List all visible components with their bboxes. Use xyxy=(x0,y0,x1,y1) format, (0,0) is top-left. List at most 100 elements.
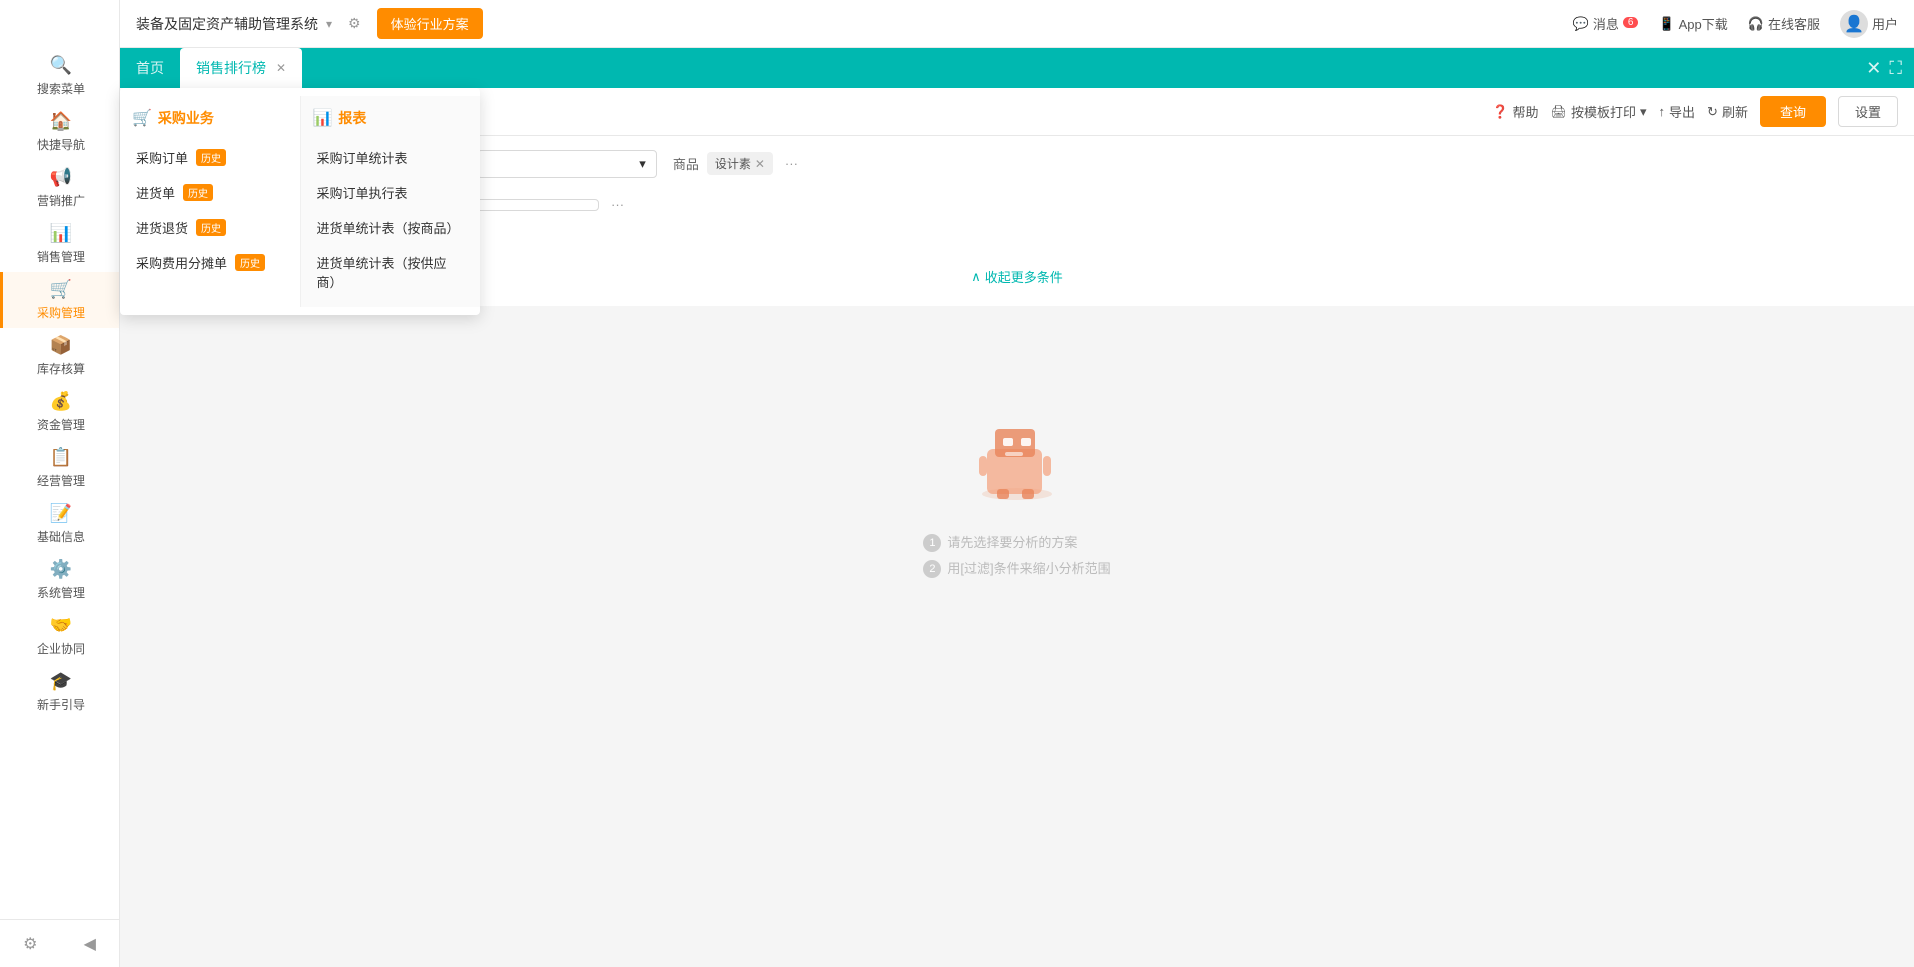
sidebar-item-search[interactable]: 🔍 搜索菜单 xyxy=(0,48,119,104)
tab-close-icon[interactable]: ✕ xyxy=(276,61,286,75)
purchase-expense-badge: 历史 xyxy=(235,254,265,271)
goods-tag: 设计素 ✕ xyxy=(707,152,773,175)
settings-btn[interactable]: 设置 xyxy=(1838,96,1898,127)
sidebar-item-purchase[interactable]: 🛒 采购管理 xyxy=(0,272,119,328)
goods-label: 商品 xyxy=(673,154,699,173)
sidebar-item-system[interactable]: ⚙️ 系统管理 xyxy=(0,552,119,608)
export-icon: ↑ xyxy=(1659,104,1666,119)
help-icon: ❓ xyxy=(1492,104,1508,120)
cart-icon: 🛒 xyxy=(50,279,72,300)
tab-sales-ranking[interactable]: 销售排行榜 ✕ xyxy=(180,48,302,88)
salesperson-dots[interactable]: ··· xyxy=(611,197,624,212)
tab-minimize-icon[interactable]: ✕ xyxy=(1866,58,1881,79)
dropdown-item-stock-stats-goods[interactable]: 进货单统计表（按商品） xyxy=(313,210,469,245)
sidebar-item-basic-info[interactable]: 📝 基础信息 xyxy=(0,496,119,552)
stock-in-label: 进货单 xyxy=(136,183,175,202)
sidebar-item-inventory[interactable]: 📦 库存核算 xyxy=(0,328,119,384)
purchase-order-label: 采购订单 xyxy=(136,148,188,167)
home-icon: 🏠 xyxy=(50,111,72,132)
empty-hint-1-text: 请先选择要分析的方案 xyxy=(947,530,1077,556)
sidebar-item-label: 搜索菜单 xyxy=(37,80,85,97)
tab-home-label: 首页 xyxy=(136,58,164,78)
online-service-label: 在线客服 xyxy=(1768,14,1820,33)
dropdown-item-stock-stats-supplier[interactable]: 进货单统计表（按供应商） xyxy=(313,245,469,299)
tab-bar: 首页 销售排行榜 ✕ ✕ ⛶ xyxy=(120,48,1914,88)
sidebar-item-label: 新手引导 xyxy=(37,696,85,713)
handshake-icon: 🤝 xyxy=(50,615,72,636)
sidebar-item-enterprise[interactable]: 🤝 企业协同 xyxy=(0,608,119,664)
dropdown-item-purchase-order-exec[interactable]: 采购订单执行表 xyxy=(313,175,469,210)
sidebar-item-sales[interactable]: 📊 销售管理 xyxy=(0,216,119,272)
export-item[interactable]: ↑ 导出 xyxy=(1659,102,1696,121)
industry-btn[interactable]: 体验行业方案 xyxy=(377,8,483,39)
sidebar-item-finance[interactable]: 💰 资金管理 xyxy=(0,384,119,440)
stock-in-badge: 历史 xyxy=(183,184,213,201)
system-gear-icon[interactable]: ⚙ xyxy=(348,15,361,32)
tab-bar-right: ✕ ⛶ xyxy=(1866,58,1914,79)
tab-home[interactable]: 首页 xyxy=(120,48,180,88)
headset-icon: 🎧 xyxy=(1748,16,1764,32)
tab-expand-icon[interactable]: ⛶ xyxy=(1889,58,1902,79)
print-dropdown-icon: ▾ xyxy=(1640,104,1647,120)
empty-hint-2: 2 用[过滤]条件来缩小分析范围 xyxy=(923,556,1110,582)
message-badge: 6 xyxy=(1623,17,1639,28)
message-item[interactable]: 💬 消息 6 xyxy=(1573,14,1639,33)
clipboard-icon: 📋 xyxy=(50,447,72,468)
goods-tag-text: 设计素 xyxy=(715,155,751,172)
sidebar-item-guide[interactable]: 🎓 新手引导 xyxy=(0,664,119,720)
money-icon: 💰 xyxy=(50,391,72,412)
online-service-item[interactable]: 🎧 在线客服 xyxy=(1748,14,1820,33)
print-item[interactable]: 🖨 按模板打印 ▾ xyxy=(1550,102,1646,121)
sidebar-item-label: 资金管理 xyxy=(37,416,85,433)
app-download-item[interactable]: 📱 App下载 xyxy=(1658,14,1727,33)
purchase-order-stats-label: 采购订单统计表 xyxy=(317,148,408,167)
purchase-expense-label: 采购费用分摊单 xyxy=(136,253,227,272)
stock-stats-supplier-label: 进货单统计表（按供应商） xyxy=(317,253,465,291)
dropdown-item-stock-return[interactable]: 进货退货 历史 xyxy=(132,210,288,245)
dropdown-item-purchase-order-stats[interactable]: 采购订单统计表 xyxy=(313,140,469,175)
search-icon: 🔍 xyxy=(50,55,72,76)
doc-status-select[interactable]: ▾ xyxy=(477,150,657,178)
system-title-dropdown[interactable]: ▾ xyxy=(326,17,332,31)
doc-status-dropdown-icon: ▾ xyxy=(639,156,646,172)
phone-icon: 📱 xyxy=(1658,16,1674,32)
sidebar-item-label: 基础信息 xyxy=(37,528,85,545)
export-label: 导出 xyxy=(1669,102,1695,121)
goods-dots[interactable]: ··· xyxy=(785,156,798,171)
report-section-label: 报表 xyxy=(338,108,366,128)
purchase-business-col: 🛒 采购业务 采购订单 历史 进货单 历史 进货退货 历史 采购费用分摊单 历史 xyxy=(120,96,300,307)
user-avatar: 👤 xyxy=(1840,10,1868,38)
refresh-item[interactable]: ↻ 刷新 xyxy=(1707,102,1748,121)
dropdown-item-purchase-expense[interactable]: 采购费用分摊单 历史 xyxy=(132,245,288,280)
empty-illustration xyxy=(957,394,1077,514)
help-label: 帮助 xyxy=(1512,102,1538,121)
box-icon: 📦 xyxy=(50,335,72,356)
doc-icon: 📝 xyxy=(50,503,72,524)
dropdown-item-purchase-order[interactable]: 采购订单 历史 xyxy=(132,140,288,175)
empty-text: 1 请先选择要分析的方案 2 用[过滤]条件来缩小分析范围 xyxy=(923,530,1110,582)
sidebar-item-marketing[interactable]: 📢 营销推广 xyxy=(0,160,119,216)
empty-hint-2-text: 用[过滤]条件来缩小分析范围 xyxy=(947,556,1110,582)
sidebar-settings-btn[interactable]: ⚙ xyxy=(23,934,37,954)
report-section-title: 📊 报表 xyxy=(313,104,469,132)
goods-tag-close[interactable]: ✕ xyxy=(755,157,765,171)
collapse-label: 收起更多条件 xyxy=(985,267,1063,286)
dropdown-item-stock-in[interactable]: 进货单 历史 xyxy=(132,175,288,210)
header-right: 💬 消息 6 📱 App下载 🎧 在线客服 👤 用户 xyxy=(1573,10,1898,38)
report-section-icon: 📊 xyxy=(313,108,333,128)
sidebar-item-label: 销售管理 xyxy=(37,248,85,265)
help-item[interactable]: ❓ 帮助 xyxy=(1492,102,1538,121)
user-item[interactable]: 👤 用户 xyxy=(1840,10,1898,38)
refresh-label: 刷新 xyxy=(1722,102,1748,121)
query-btn[interactable]: 查询 xyxy=(1760,96,1826,127)
sidebar-collapse-btn[interactable]: ◀ xyxy=(84,934,96,954)
sidebar-item-label: 快捷导航 xyxy=(37,136,85,153)
top-header: 6 标准版 装备及固定资产辅助管理系统 ▾ ⚙ 体验行业方案 💬 消息 6 📱 … xyxy=(0,0,1914,48)
stock-return-label: 进货退货 xyxy=(136,218,188,237)
sidebar-item-operations[interactable]: 📋 经营管理 xyxy=(0,440,119,496)
system-title-text: 装备及固定资产辅助管理系统 xyxy=(136,14,318,34)
empty-hint-1: 1 请先选择要分析的方案 xyxy=(923,530,1110,556)
sidebar-item-label: 营销推广 xyxy=(37,192,85,209)
sidebar-item-quick-nav[interactable]: 🏠 快捷导航 xyxy=(0,104,119,160)
app-download-label: App下载 xyxy=(1679,14,1728,33)
